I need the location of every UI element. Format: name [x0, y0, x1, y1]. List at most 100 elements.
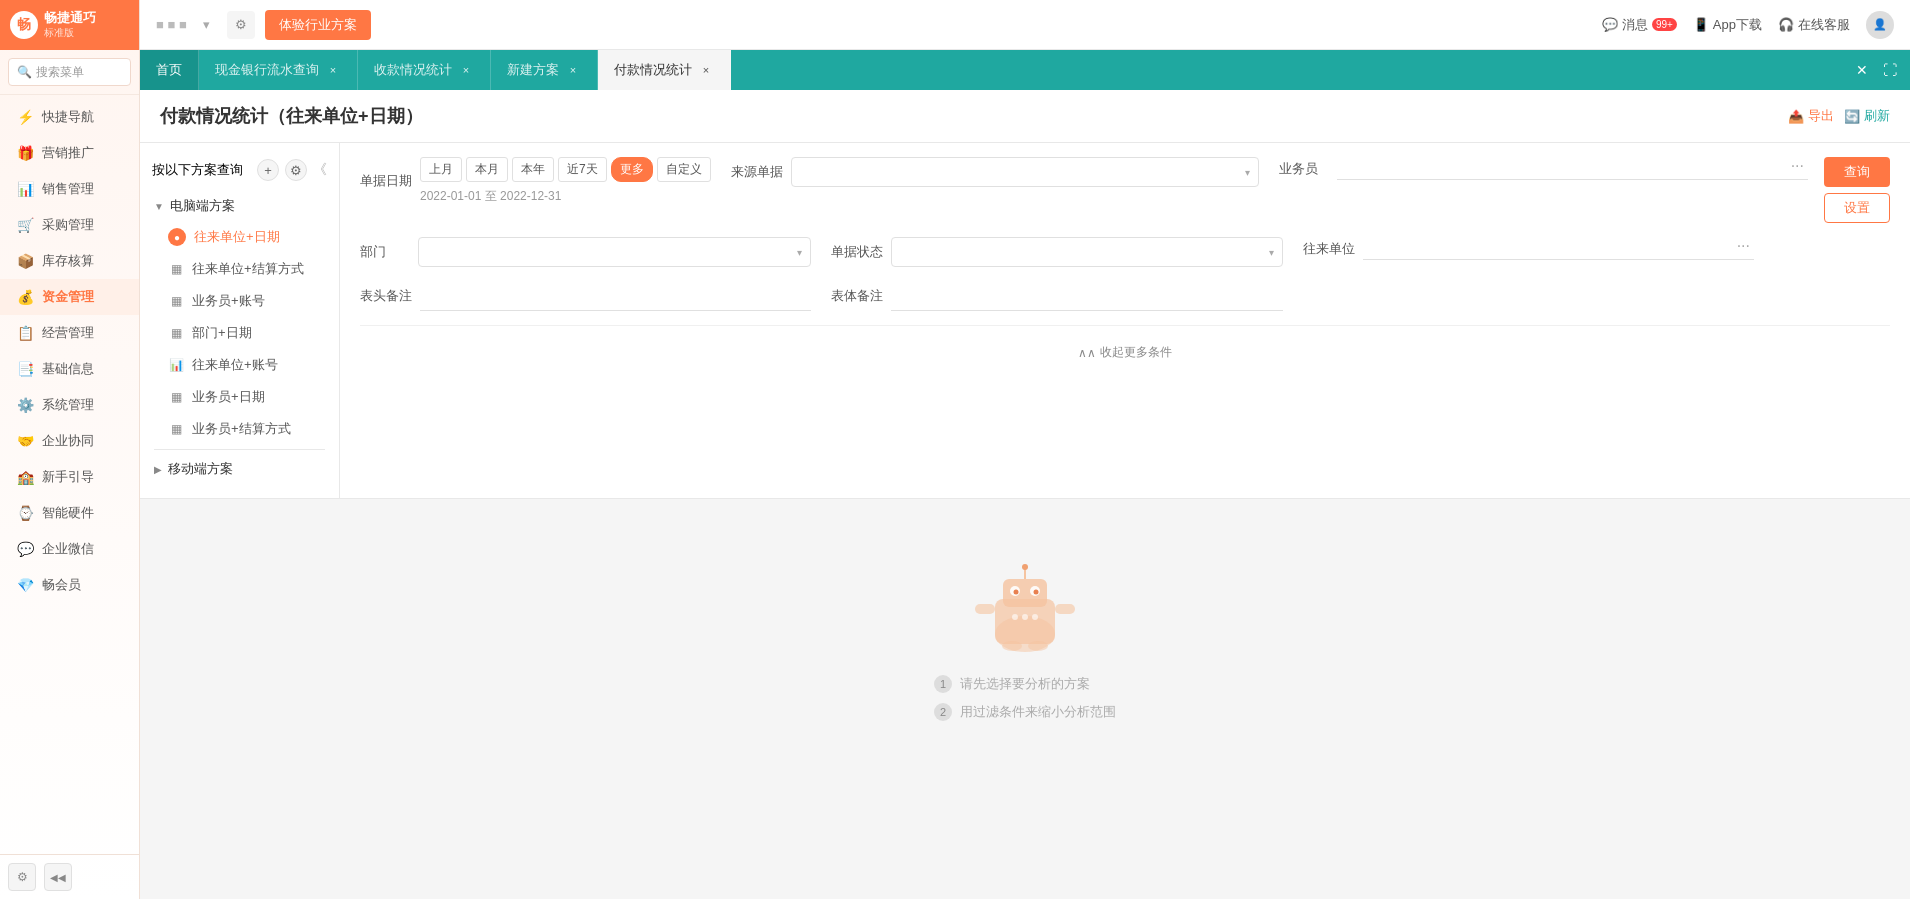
export-button[interactable]: 📤 导出: [1788, 107, 1834, 125]
scheme-item-icon-3: ▦: [168, 325, 184, 341]
tab-payments-label: 付款情况统计: [614, 61, 692, 79]
tab-home[interactable]: 首页: [140, 50, 199, 90]
sidebar-item-quicknav[interactable]: ⚡ 快捷导航: [0, 99, 139, 135]
tab-receipts[interactable]: 收款情况统计 ×: [358, 50, 491, 90]
scheme-item-counterpart-account[interactable]: 📊 往来单位+账号: [140, 349, 339, 381]
scheme-item-icon-6: ▦: [168, 421, 184, 437]
tab-cashflow[interactable]: 现金银行流水查询 ×: [199, 50, 358, 90]
notifications-button[interactable]: 💬 消息 99+: [1602, 16, 1677, 34]
tab-close-all-button[interactable]: ✕: [1850, 58, 1874, 82]
scheme-item-counterpart-settle[interactable]: ▦ 往来单位+结算方式: [140, 253, 339, 285]
sidebar-item-sales[interactable]: 📊 销售管理: [0, 171, 139, 207]
scheme-item-icon-4: 📊: [168, 357, 184, 373]
tab-payments[interactable]: 付款情况统计 ×: [598, 50, 731, 90]
svg-point-6: [1034, 590, 1039, 595]
svg-point-14: [1002, 641, 1022, 651]
sidebar-item-marketing[interactable]: 🎁 营销推广: [0, 135, 139, 171]
scheme-pc-section: ▼ 电脑端方案 ● 往来单位+日期 ▦ 往来单位+结算方式 ▦: [140, 187, 339, 449]
sidebar-settings-button[interactable]: ⚙: [8, 863, 36, 891]
app-download-button[interactable]: 📱 App下载: [1693, 16, 1762, 34]
topbar-dropdown-button[interactable]: ▾: [197, 15, 217, 35]
date-btn-this-year[interactable]: 本年: [512, 157, 554, 182]
refresh-button[interactable]: 🔄 刷新: [1844, 107, 1890, 125]
tab-new-scheme-close[interactable]: ×: [565, 62, 581, 78]
page-content: 付款情况统计（往来单位+日期） 📤 导出 🔄 刷新 按以下方案查询: [140, 90, 1910, 899]
sidebar-item-system[interactable]: ⚙️ 系统管理: [0, 387, 139, 423]
sidebar-item-capital[interactable]: 💰 资金管理: [0, 279, 139, 315]
scheme-settings-button[interactable]: ⚙: [285, 159, 307, 181]
filter-dept-select[interactable]: ▾: [418, 237, 811, 267]
trial-button[interactable]: 体验行业方案: [265, 10, 371, 40]
scheme-item-salesperson-settle[interactable]: ▦ 业务员+结算方式: [140, 413, 339, 445]
date-btn-custom[interactable]: 自定义: [657, 157, 711, 182]
filter-header-note: 表头备注: [360, 281, 811, 311]
sidebar-collapse-button[interactable]: ◀◀: [44, 863, 72, 891]
scheme-mobile-section: ▶ 移动端方案: [140, 450, 339, 488]
member-icon: 💎: [16, 576, 34, 594]
tab-new-scheme[interactable]: 新建方案 ×: [491, 50, 598, 90]
filter-header-note-input[interactable]: [420, 281, 811, 311]
collapse-footer-icon: ◀◀: [50, 872, 66, 883]
topbar-settings-button[interactable]: ⚙: [227, 11, 255, 39]
date-btn-last-month[interactable]: 上月: [420, 157, 462, 182]
search-menu-label: 搜索菜单: [36, 64, 84, 81]
query-button[interactable]: 查询: [1824, 157, 1890, 187]
scheme-item-salesperson-date[interactable]: ▦ 业务员+日期: [140, 381, 339, 413]
tab-receipts-close[interactable]: ×: [458, 62, 474, 78]
scheme-add-button[interactable]: +: [257, 159, 279, 181]
filter-counterpart-dots[interactable]: ···: [1733, 237, 1754, 255]
app-download-label: App下载: [1713, 16, 1762, 34]
sidebar-item-guide[interactable]: 🏫 新手引导: [0, 459, 139, 495]
filter-source-arrow: ▾: [1245, 167, 1250, 178]
online-service-label: 在线客服: [1798, 16, 1850, 34]
sidebar-item-purchase[interactable]: 🛒 采购管理: [0, 207, 139, 243]
scheme-item-salesperson-account-label: 业务员+账号: [192, 292, 265, 310]
tab-fullscreen-button[interactable]: ⛶: [1878, 58, 1902, 82]
filter-salesperson-dots[interactable]: ···: [1787, 157, 1808, 175]
scheme-mobile-header[interactable]: ▶ 移动端方案: [140, 454, 339, 484]
collapse-button[interactable]: ∧∧ 收起更多条件: [1078, 338, 1172, 367]
sidebar-item-basic[interactable]: 📑 基础信息: [0, 351, 139, 387]
user-avatar[interactable]: 👤: [1866, 11, 1894, 39]
svg-point-12: [1022, 614, 1028, 620]
sidebar-item-system-label: 系统管理: [42, 396, 94, 414]
sidebar-item-member[interactable]: 💎 畅会员: [0, 567, 139, 603]
sidebar-item-hardware[interactable]: ⌚ 智能硬件: [0, 495, 139, 531]
sidebar-item-inventory[interactable]: 📦 库存核算: [0, 243, 139, 279]
scheme-item-salesperson-account[interactable]: ▦ 业务员+账号: [140, 285, 339, 317]
scheme-pc-section-header[interactable]: ▼ 电脑端方案: [140, 191, 339, 221]
filter-body-note-input[interactable]: [891, 281, 1282, 311]
export-icon: 📤: [1788, 109, 1804, 124]
sidebar-item-member-label: 畅会员: [42, 576, 81, 594]
sidebar-item-operation[interactable]: 📋 经营管理: [0, 315, 139, 351]
date-btn-7days[interactable]: 近7天: [558, 157, 607, 182]
filter-source-select[interactable]: ▾: [791, 157, 1260, 187]
svg-rect-10: [1055, 604, 1075, 614]
scheme-item-dept-date[interactable]: ▦ 部门+日期: [140, 317, 339, 349]
sidebar-item-enterprise[interactable]: 🤝 企业协同: [0, 423, 139, 459]
tab-receipts-label: 收款情况统计: [374, 61, 452, 79]
search-menu-button[interactable]: 🔍 搜索菜单: [8, 58, 131, 86]
filter-date-buttons: 上月 本月 本年 近7天 更多 自定义: [420, 157, 711, 182]
tab-payments-close[interactable]: ×: [698, 62, 714, 78]
filter-bill-status-select[interactable]: ▾: [891, 237, 1282, 267]
topbar: ■ ■ ■ ▾ ⚙ 体验行业方案 💬 消息 99+ 📱 App下载 🎧 在线客服: [140, 0, 1910, 50]
sidebar-item-wechat[interactable]: 💬 企业微信: [0, 531, 139, 567]
logo-text-group: 畅捷通巧 标准版: [44, 10, 96, 40]
results-area: 1 请先选择要分析的方案 2 用过滤条件来缩小分析范围: [140, 499, 1910, 799]
tab-cashflow-close[interactable]: ×: [325, 62, 341, 78]
scheme-item-counterpart-date[interactable]: ● 往来单位+日期: [140, 221, 339, 253]
date-btn-this-month[interactable]: 本月: [466, 157, 508, 182]
notification-badge: 99+: [1652, 18, 1677, 31]
filter-settings-button[interactable]: 设置: [1824, 193, 1890, 223]
date-range-display: 2022-01-01 至 2022-12-31: [420, 188, 711, 205]
inventory-icon: 📦: [16, 252, 34, 270]
scheme-collapse-button[interactable]: 《: [313, 161, 327, 179]
scheme-item-salesperson-settle-label: 业务员+结算方式: [192, 420, 291, 438]
empty-hint-2: 2 用过滤条件来缩小分析范围: [934, 703, 1116, 721]
scheme-panel-header: 按以下方案查询 + ⚙ 《: [140, 153, 339, 187]
sidebar-footer: ⚙ ◀◀: [0, 854, 139, 899]
refresh-icon: 🔄: [1844, 109, 1860, 124]
online-service-button[interactable]: 🎧 在线客服: [1778, 16, 1850, 34]
date-btn-more[interactable]: 更多: [611, 157, 653, 182]
